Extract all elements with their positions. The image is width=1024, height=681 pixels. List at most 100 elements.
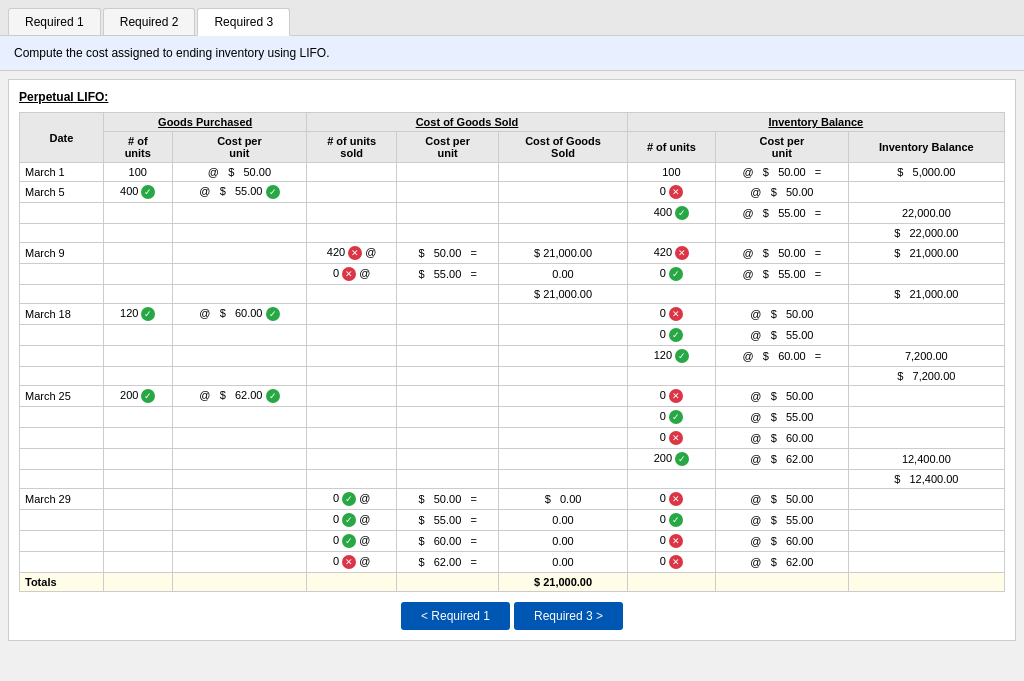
cell-cost	[172, 489, 307, 510]
cell-units-sold	[307, 449, 397, 470]
x-icon[interactable]: ✕	[669, 185, 683, 199]
table-row: 200 ✓ @ $ 62.00 12,400.00	[20, 449, 1005, 470]
cell-units	[103, 325, 172, 346]
cell-units-sold	[307, 304, 397, 325]
tab-required1[interactable]: Required 1	[8, 8, 101, 35]
check-icon[interactable]: ✓	[342, 534, 356, 548]
check-icon[interactable]: ✓	[669, 410, 683, 424]
table-row: 0 ✓ @ $ 55.00 = 0.00 0 ✓ @ $ 55.00	[20, 510, 1005, 531]
cell-inv-cost: @ $ 55.00	[716, 325, 849, 346]
cell-cost-sold	[396, 470, 499, 489]
cell-inv-bal	[848, 264, 1004, 285]
cell-cost	[172, 243, 307, 264]
cell-date: March 5	[20, 182, 104, 203]
check-icon[interactable]: ✓	[141, 389, 155, 403]
cell-cost: @ $ 50.00	[172, 163, 307, 182]
cell-totals-label: Totals	[20, 573, 104, 592]
cell-inv-cost	[716, 224, 849, 243]
cell-date	[20, 367, 104, 386]
x-icon[interactable]: ✕	[342, 267, 356, 281]
x-icon[interactable]: ✕	[675, 246, 689, 260]
header-inv-bal: Inventory Balance	[848, 132, 1004, 163]
check-icon[interactable]: ✓	[669, 328, 683, 342]
check-icon[interactable]: ✓	[141, 307, 155, 321]
prev-button[interactable]: < Required 1	[401, 602, 510, 630]
check-icon[interactable]: ✓	[669, 267, 683, 281]
check-icon[interactable]: ✓	[342, 492, 356, 506]
cell-inv-units: 0 ✕	[627, 489, 715, 510]
table-row: 0 ✓ @ $ 55.00	[20, 325, 1005, 346]
cell-totals-empty1	[103, 573, 172, 592]
cell-units: 200 ✓	[103, 386, 172, 407]
check-icon[interactable]: ✓	[266, 185, 280, 199]
x-icon[interactable]: ✕	[669, 389, 683, 403]
header-cost-per-unit-sold: Cost perunit	[396, 132, 499, 163]
cell-units-sold	[307, 285, 397, 304]
cell-units-sold: 420 ✕ @	[307, 243, 397, 264]
cell-cogs: 0.00	[499, 510, 627, 531]
cell-inv-cost: @ $ 60.00	[716, 531, 849, 552]
cell-cogs: 0.00	[499, 552, 627, 573]
cell-cogs	[499, 325, 627, 346]
cell-inv-cost	[716, 367, 849, 386]
cell-cost-sold	[396, 428, 499, 449]
next-button[interactable]: Required 3 >	[514, 602, 623, 630]
table-row: March 1 100 @ $ 50.00 100 @ $ 50.00 = $ …	[20, 163, 1005, 182]
cell-totals-empty6	[716, 573, 849, 592]
cell-inv-bal: $ 21,000.00	[848, 243, 1004, 264]
cell-inv-bal: $ 5,000.00	[848, 163, 1004, 182]
header-goods-purchased: Goods Purchased	[103, 113, 306, 132]
cell-inv-units: 0 ✓	[627, 325, 715, 346]
cell-cost	[172, 449, 307, 470]
table-row: 0 ✕ @ $ 60.00	[20, 428, 1005, 449]
x-icon[interactable]: ✕	[669, 555, 683, 569]
table-row: $ 12,400.00	[20, 470, 1005, 489]
x-icon[interactable]: ✕	[348, 246, 362, 260]
cell-cost	[172, 264, 307, 285]
cell-date	[20, 552, 104, 573]
check-icon[interactable]: ✓	[675, 452, 689, 466]
cell-units	[103, 203, 172, 224]
header-num-units: # ofunits	[103, 132, 172, 163]
table-row: 400 ✓ @ $ 55.00 = 22,000.00	[20, 203, 1005, 224]
cell-inv-units: 0 ✕	[627, 531, 715, 552]
check-icon[interactable]: ✓	[266, 307, 280, 321]
table-row: 0 ✓ @ $ 60.00 = 0.00 0 ✕ @ $ 60.00	[20, 531, 1005, 552]
cell-cost	[172, 531, 307, 552]
x-icon[interactable]: ✕	[669, 534, 683, 548]
cell-cogs	[499, 182, 627, 203]
header-cogs: Cost of Goods Sold	[307, 113, 627, 132]
header-inv-balance: Inventory Balance	[627, 113, 1004, 132]
cell-date: March 25	[20, 386, 104, 407]
x-icon[interactable]: ✕	[669, 307, 683, 321]
cell-cogs	[499, 470, 627, 489]
cell-inv-cost: @ $ 55.00 =	[716, 264, 849, 285]
cell-inv-bal	[848, 386, 1004, 407]
cell-inv-bal: $ 21,000.00	[848, 285, 1004, 304]
tab-required3[interactable]: Required 3	[197, 8, 290, 36]
tab-required2[interactable]: Required 2	[103, 8, 196, 35]
cell-units-sold: 0 ✓ @	[307, 489, 397, 510]
check-icon[interactable]: ✓	[141, 185, 155, 199]
cell-units-sold	[307, 163, 397, 182]
cell-units	[103, 531, 172, 552]
cell-units-sold: 0 ✓ @	[307, 510, 397, 531]
cell-date	[20, 203, 104, 224]
x-icon[interactable]: ✕	[669, 431, 683, 445]
x-icon[interactable]: ✕	[342, 555, 356, 569]
x-icon[interactable]: ✕	[669, 492, 683, 506]
cell-cost-sold: $ 55.00 =	[396, 510, 499, 531]
cell-units	[103, 285, 172, 304]
header-cogs-col: Cost of GoodsSold	[499, 132, 627, 163]
cell-units-sold	[307, 428, 397, 449]
table-row: March 9 420 ✕ @ $ 50.00 = $ 21,000.00 42…	[20, 243, 1005, 264]
cell-cost	[172, 510, 307, 531]
check-icon[interactable]: ✓	[266, 389, 280, 403]
check-icon[interactable]: ✓	[342, 513, 356, 527]
section-title: Perpetual LIFO:	[19, 90, 1005, 104]
check-icon[interactable]: ✓	[669, 513, 683, 527]
cell-date	[20, 470, 104, 489]
cell-date: March 9	[20, 243, 104, 264]
check-icon[interactable]: ✓	[675, 206, 689, 220]
check-icon[interactable]: ✓	[675, 349, 689, 363]
